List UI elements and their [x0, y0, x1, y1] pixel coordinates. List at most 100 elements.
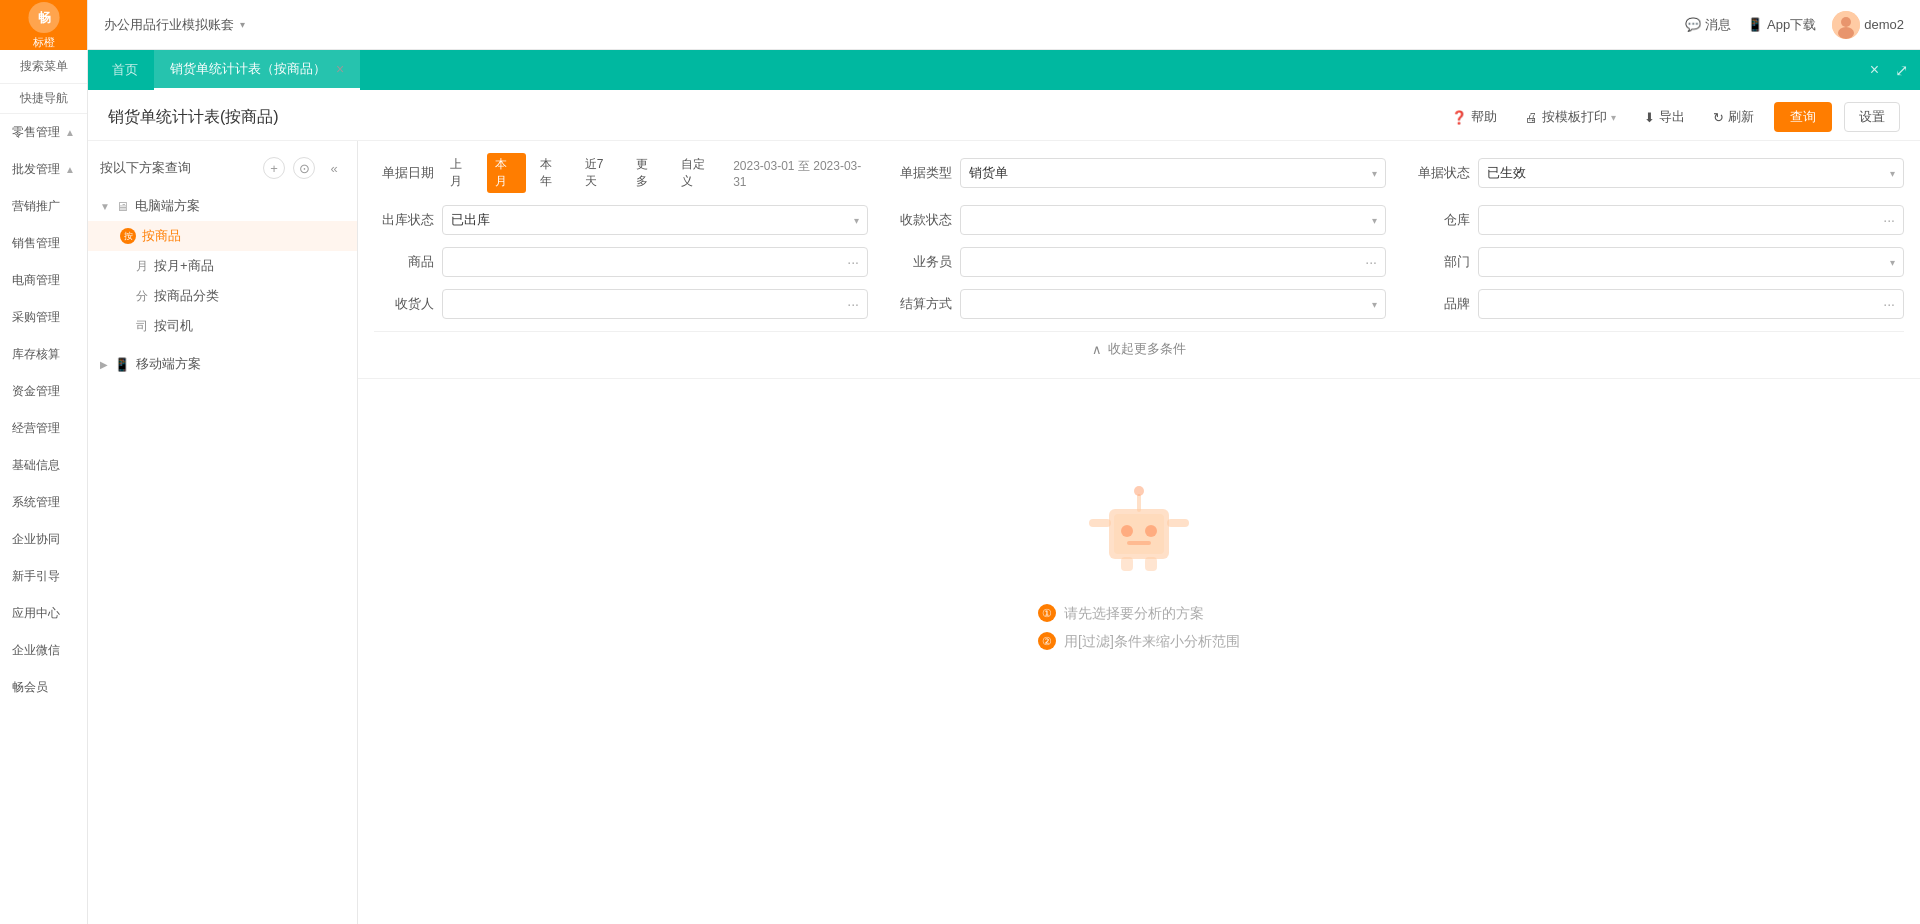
sidebar-item-basic[interactable]: 基础信息 — [0, 447, 87, 484]
tree-item-by-month-product[interactable]: 月 按月+商品 — [88, 251, 357, 281]
print-icon: 🖨 — [1525, 110, 1538, 125]
by-product-icon: 按 — [120, 228, 136, 244]
sidebar-item-system[interactable]: 系统管理 — [0, 484, 87, 521]
date-more-btn[interactable]: 更多 — [628, 153, 667, 193]
quick-nav-btn[interactable]: 快捷导航 — [0, 84, 87, 114]
sidebar-item-purchase[interactable]: 采购管理 — [0, 299, 87, 336]
refresh-icon: ↻ — [1713, 110, 1724, 125]
left-panel: 按以下方案查询 + ⊙ « — [88, 141, 358, 924]
collapse-icon: ∧ — [1092, 342, 1102, 357]
query-btn[interactable]: 查询 — [1774, 102, 1832, 132]
sidebar-item-retail[interactable]: 零售管理 ▲ — [0, 114, 87, 151]
user-btn[interactable]: demo2 — [1832, 11, 1904, 39]
collapse-more-btn[interactable]: ∧ 收起更多条件 — [374, 331, 1904, 366]
export-icon: ⬇ — [1644, 110, 1655, 125]
sidebar-item-collab[interactable]: 企业协同 — [0, 521, 87, 558]
sidebar-item-sales[interactable]: 销售管理 — [0, 225, 87, 262]
svg-rect-10 — [1089, 519, 1111, 527]
sidebar-item-ops[interactable]: 经营管理 — [0, 410, 87, 447]
collapse-icon: « — [330, 161, 337, 176]
date-label: 单据日期 — [374, 164, 434, 182]
sidebar-item-marketing[interactable]: 营销推广 — [0, 188, 87, 225]
wechat-label: 企业微信 — [12, 642, 60, 659]
sidebar-item-member[interactable]: 畅会员 — [0, 669, 87, 706]
message-btn[interactable]: 💬 消息 — [1685, 16, 1731, 34]
tree-item-by-product[interactable]: 按 按商品 — [88, 221, 357, 251]
sidebar-item-appstore[interactable]: 应用中心 — [0, 595, 87, 632]
settlement-dropdown-icon: ▾ — [1372, 299, 1377, 310]
scheme-settings-btn[interactable]: ⊙ — [293, 157, 315, 179]
refresh-label: 刷新 — [1728, 108, 1754, 126]
empty-state: ① 请先选择要分析的方案 ② 用[过滤]条件来缩小分析范围 — [358, 379, 1920, 735]
app-download-btn[interactable]: 📱 App下载 — [1747, 16, 1816, 34]
collapse-panel-btn[interactable]: « — [323, 157, 345, 179]
wholesale-arrow: ▲ — [65, 164, 75, 175]
print-btn[interactable]: 🖨 按模板打印 ▾ — [1517, 104, 1624, 130]
filter-area: 单据日期 上月 本月 本年 近7天 更多 自定义 2023-03-01 至 20… — [358, 141, 1920, 379]
tab-active-label: 销货单统计计表（按商品） — [170, 60, 326, 78]
refresh-btn[interactable]: ↻ 刷新 — [1705, 104, 1762, 130]
svg-rect-6 — [1114, 514, 1164, 554]
export-btn[interactable]: ⬇ 导出 — [1636, 104, 1693, 130]
date-7days-btn[interactable]: 近7天 — [577, 153, 622, 193]
message-icon: 💬 — [1685, 17, 1701, 32]
sidebar-item-ecommerce[interactable]: 电商管理 — [0, 262, 87, 299]
sidebar-item-inventory[interactable]: 库存核算 — [0, 336, 87, 373]
svg-rect-14 — [1121, 557, 1133, 571]
payment-status-select[interactable]: ▾ — [960, 205, 1386, 235]
main-layout: 办公用品行业模拟账套 ▾ 💬 消息 📱 App下载 demo2 首页 — [88, 0, 1920, 924]
date-last-month-btn[interactable]: 上月 — [442, 153, 481, 193]
search-menu-btn[interactable]: 帮助 搜索菜单 — [0, 50, 87, 84]
wholesale-label: 批发管理 — [12, 161, 60, 178]
tab-close-btn[interactable]: × — [1866, 57, 1883, 83]
tree-item-by-driver[interactable]: 司 按司机 — [88, 311, 357, 341]
tree-item-by-category[interactable]: 分 按商品分类 — [88, 281, 357, 311]
stock-out-label: 出库状态 — [374, 211, 434, 229]
filter-settlement-field: 结算方式 ▾ — [892, 289, 1386, 319]
hint-num-2: ② — [1038, 632, 1056, 650]
product-dots-icon: ··· — [847, 254, 859, 270]
settings-btn[interactable]: 设置 — [1844, 102, 1900, 132]
warehouse-label: 仓库 — [1410, 211, 1470, 229]
brand-select[interactable]: ··· — [1478, 289, 1904, 319]
salesperson-select[interactable]: ··· — [960, 247, 1386, 277]
product-label: 商品 — [374, 253, 434, 271]
filter-recipient-field: 收货人 ··· — [374, 289, 868, 319]
date-this-year-btn[interactable]: 本年 — [532, 153, 571, 193]
empty-hints: ① 请先选择要分析的方案 ② 用[过滤]条件来缩小分析范围 — [1038, 599, 1240, 655]
by-product-label: 按商品 — [142, 227, 181, 245]
tab-maximize-btn[interactable]: ⤢ — [1891, 57, 1912, 84]
filter-salesperson-field: 业务员 ··· — [892, 247, 1386, 277]
tree-pc-parent[interactable]: ▼ 🖥 电脑端方案 — [88, 191, 357, 221]
tree-mobile-parent[interactable]: ▶ 📱 移动端方案 — [88, 349, 357, 379]
date-this-month-btn[interactable]: 本月 — [487, 153, 526, 193]
filter-payment-status-field: 收款状态 ▾ — [892, 205, 1386, 235]
sidebar-item-wechat[interactable]: 企业微信 — [0, 632, 87, 669]
product-select[interactable]: ··· — [442, 247, 868, 277]
right-panel: 单据日期 上月 本月 本年 近7天 更多 自定义 2023-03-01 至 20… — [358, 141, 1920, 924]
settlement-select[interactable]: ▾ — [960, 289, 1386, 319]
sidebar-item-newbie[interactable]: 新手引导 — [0, 558, 87, 595]
stock-out-select[interactable]: 已出库 ▾ — [442, 205, 868, 235]
tab-home[interactable]: 首页 — [96, 50, 154, 90]
logo-icon: 畅 — [26, 0, 62, 35]
hint-text-2: 用[过滤]条件来缩小分析范围 — [1064, 627, 1240, 655]
svg-rect-9 — [1127, 541, 1151, 545]
settings-icon: ⊙ — [299, 161, 310, 176]
tab-active[interactable]: 销货单统计计表（按商品） × — [154, 50, 360, 90]
tab-close-icon[interactable]: × — [336, 61, 344, 77]
doc-status-select[interactable]: 已生效 ▾ — [1478, 158, 1904, 188]
department-select[interactable]: ▾ — [1478, 247, 1904, 277]
help-btn[interactable]: ❓ 帮助 — [1443, 104, 1505, 130]
recipient-select[interactable]: ··· — [442, 289, 868, 319]
print-dropdown-icon[interactable]: ▾ — [1611, 112, 1616, 123]
svg-point-8 — [1145, 525, 1157, 537]
add-scheme-btn[interactable]: + — [263, 157, 285, 179]
date-custom-btn[interactable]: 自定义 — [673, 153, 723, 193]
filter-row-4: 收货人 ··· 结算方式 ▾ — [374, 289, 1904, 319]
industry-dropdown-icon[interactable]: ▾ — [240, 19, 245, 30]
warehouse-select[interactable]: ··· — [1478, 205, 1904, 235]
sidebar-item-wholesale[interactable]: 批发管理 ▲ — [0, 151, 87, 188]
sidebar-item-finance[interactable]: 资金管理 — [0, 373, 87, 410]
doc-type-select[interactable]: 销货单 ▾ — [960, 158, 1386, 188]
